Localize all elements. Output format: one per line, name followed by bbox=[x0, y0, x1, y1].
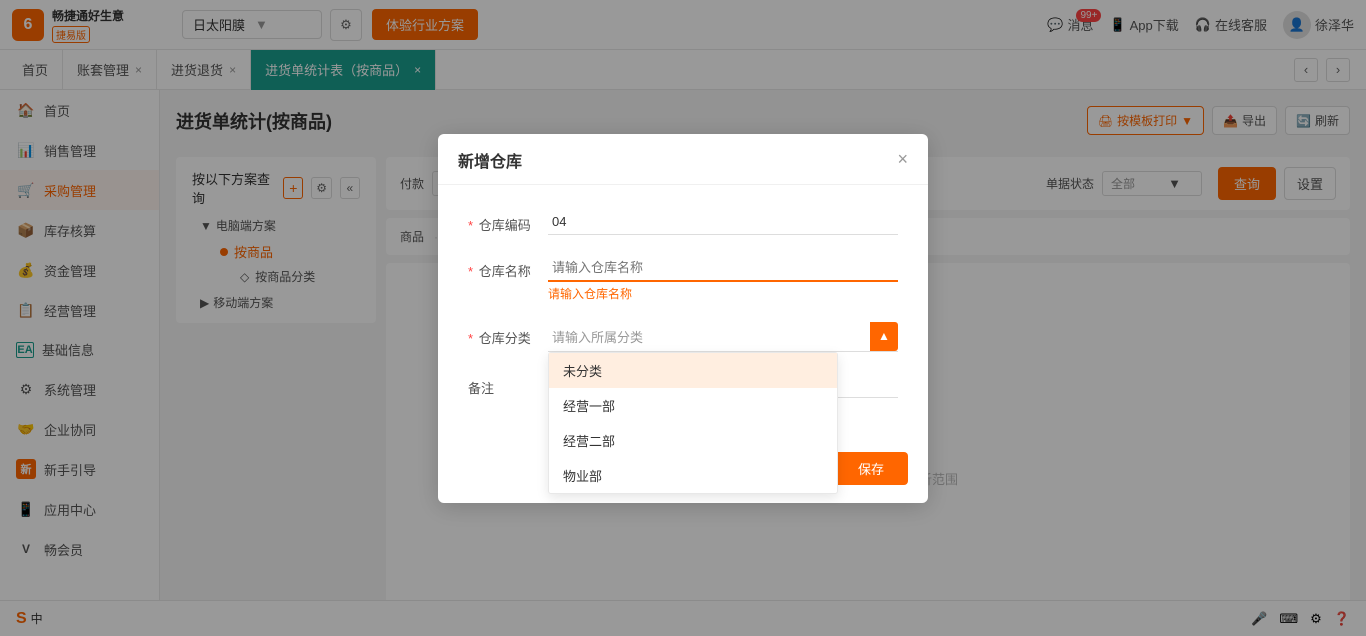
required-star-name: * bbox=[468, 264, 473, 279]
dropdown-item-dept3[interactable]: 物业部 bbox=[549, 458, 837, 493]
category-label: * 仓库分类 bbox=[468, 322, 548, 347]
dialog-title: 新增仓库 bbox=[458, 148, 522, 172]
dialog-body: * 仓库编码 * 仓库名称 请输入仓库名称 bbox=[438, 185, 928, 442]
required-star: * bbox=[468, 218, 473, 233]
dropdown-item-dept1[interactable]: 经营一部 bbox=[549, 388, 837, 423]
code-field-wrap bbox=[548, 209, 898, 235]
dropdown-item-dept2[interactable]: 经营二部 bbox=[549, 423, 837, 458]
form-row-code: * 仓库编码 bbox=[468, 209, 898, 235]
name-error-message: 请输入仓库名称 bbox=[548, 285, 898, 302]
save-button[interactable]: 保存 bbox=[834, 452, 908, 485]
dialog-close-button[interactable]: × bbox=[897, 149, 908, 170]
name-input[interactable] bbox=[548, 255, 898, 282]
code-input[interactable] bbox=[548, 209, 898, 235]
category-arrow-button[interactable]: ▲ bbox=[870, 322, 898, 351]
form-row-name: * 仓库名称 请输入仓库名称 bbox=[468, 255, 898, 302]
category-select[interactable]: 请输入所属分类 ▲ bbox=[548, 322, 898, 352]
form-row-category: * 仓库分类 请输入所属分类 ▲ 未分类 经营一部 bbox=[468, 322, 898, 352]
dialog-header: 新增仓库 × bbox=[438, 134, 928, 185]
name-label: * 仓库名称 bbox=[468, 255, 548, 280]
category-field-wrap: 请输入所属分类 ▲ 未分类 经营一部 经营二部 bbox=[548, 322, 898, 352]
code-label: * 仓库编码 bbox=[468, 209, 548, 234]
note-label: 备注 bbox=[468, 372, 548, 397]
category-dropdown: 未分类 经营一部 经营二部 物业部 bbox=[548, 352, 838, 494]
name-field-wrap: 请输入仓库名称 bbox=[548, 255, 898, 302]
dialog-overlay: 新增仓库 × * 仓库编码 * 仓库名称 bbox=[0, 0, 1366, 636]
dropdown-item-uncategorized[interactable]: 未分类 bbox=[549, 353, 837, 388]
required-star-cat: * bbox=[468, 331, 473, 346]
new-warehouse-dialog: 新增仓库 × * 仓库编码 * 仓库名称 bbox=[438, 134, 928, 503]
